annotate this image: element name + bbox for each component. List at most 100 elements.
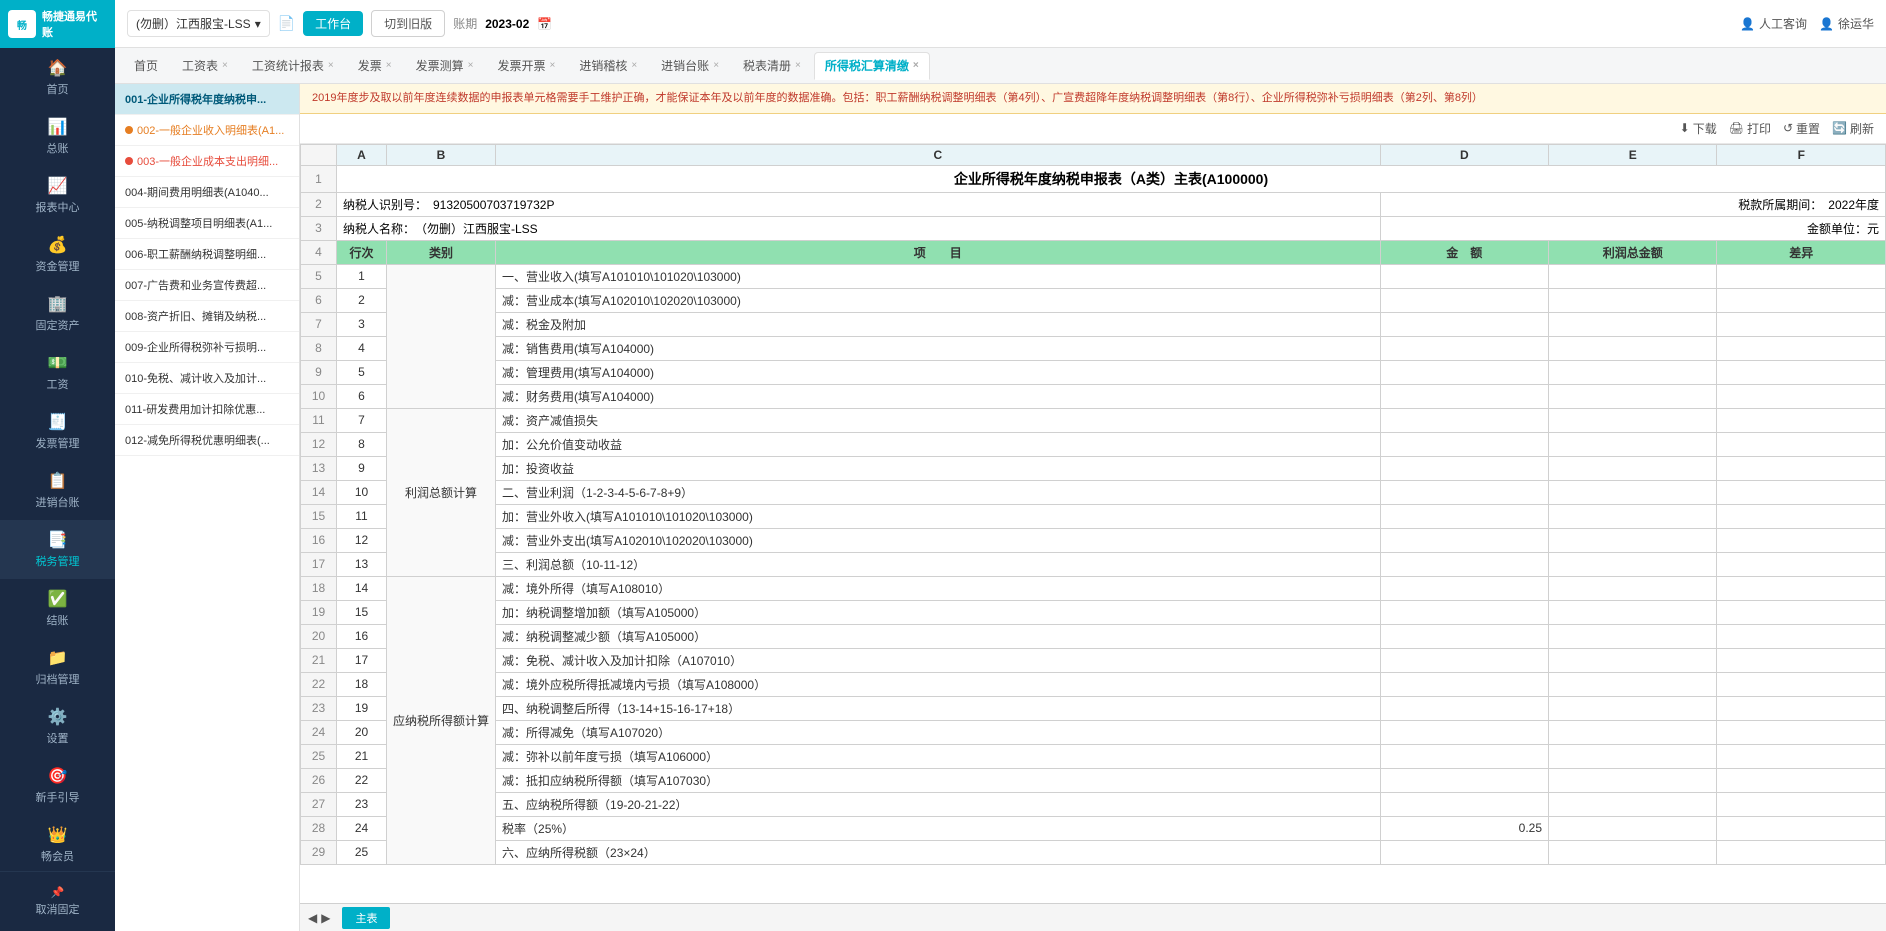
chay-24[interactable]: [1717, 720, 1886, 744]
quane-6[interactable]: [1380, 288, 1548, 312]
quane-21[interactable]: [1380, 648, 1548, 672]
tab-close-invoice_open[interactable]: ×: [549, 60, 555, 71]
quane-16[interactable]: [1380, 528, 1548, 552]
tab-stock_ledger[interactable]: 进销台账×: [650, 52, 730, 80]
tab-close-invoice_mgr[interactable]: ×: [386, 60, 392, 71]
xiangmu-14[interactable]: 二、营业利润（1-2-3-4-5-6-7-8+9）: [496, 480, 1381, 504]
lrze-17[interactable]: [1549, 552, 1717, 576]
quane-17[interactable]: [1380, 552, 1548, 576]
chay-23[interactable]: [1717, 696, 1886, 720]
quane-29[interactable]: [1380, 840, 1548, 864]
tab-salary_stats[interactable]: 工资统计报表×: [241, 52, 345, 80]
lrze-11[interactable]: [1549, 408, 1717, 432]
xiangmu-26[interactable]: 减：抵扣应纳税所得额（填写A107030）: [496, 768, 1381, 792]
tab-close-stock_check[interactable]: ×: [631, 60, 637, 71]
quane-15[interactable]: [1380, 504, 1548, 528]
chay-21[interactable]: [1717, 648, 1886, 672]
xiangmu-9[interactable]: 减：管理费用(填写A104000): [496, 360, 1381, 384]
xiangmu-12[interactable]: 加：公允价值变动收益: [496, 432, 1381, 456]
sidebar-item-report[interactable]: 📈报表中心: [0, 166, 115, 225]
report-item-004[interactable]: 004-期间费用明细表(A1040...: [115, 177, 299, 208]
quane-26[interactable]: [1380, 768, 1548, 792]
chay-12[interactable]: [1717, 432, 1886, 456]
xiangmu-6[interactable]: 减：营业成本(填写A102010\102020\103000): [496, 288, 1381, 312]
xiangmu-13[interactable]: 加：投资收益: [496, 456, 1381, 480]
print-button[interactable]: 🖨 打印: [1729, 120, 1771, 137]
tab-salary_table[interactable]: 工资表×: [171, 52, 239, 80]
lrze-13[interactable]: [1549, 456, 1717, 480]
xiangmu-22[interactable]: 减：境外应税所得抵减境内亏损（填写A108000）: [496, 672, 1381, 696]
chay-10[interactable]: [1717, 384, 1886, 408]
quane-23[interactable]: [1380, 696, 1548, 720]
xiangmu-10[interactable]: 减：财务费用(填写A104000): [496, 384, 1381, 408]
tab-close-salary_table[interactable]: ×: [222, 60, 228, 71]
quane-25[interactable]: [1380, 744, 1548, 768]
report-item-010[interactable]: 010-免税、减计收入及加计...: [115, 363, 299, 394]
sidebar-item-salary[interactable]: 💵工资: [0, 343, 115, 402]
lrze-7[interactable]: [1549, 312, 1717, 336]
chay-8[interactable]: [1717, 336, 1886, 360]
lrze-28[interactable]: [1549, 816, 1717, 840]
tab-stock_check[interactable]: 进销稽核×: [568, 52, 648, 80]
chay-22[interactable]: [1717, 672, 1886, 696]
tab-home[interactable]: 首页: [123, 52, 169, 80]
chay-16[interactable]: [1717, 528, 1886, 552]
sheet-next-icon[interactable]: ▶: [321, 911, 330, 925]
workspace-button[interactable]: 工作台: [303, 11, 363, 36]
chay-9[interactable]: [1717, 360, 1886, 384]
lrze-12[interactable]: [1549, 432, 1717, 456]
report-item-002[interactable]: 002-一般企业收入明细表(A1...: [115, 115, 299, 146]
sidebar-item-assets[interactable]: 🏢固定资产: [0, 284, 115, 343]
lrze-26[interactable]: [1549, 768, 1717, 792]
chay-11[interactable]: [1717, 408, 1886, 432]
report-item-007[interactable]: 007-广告费和业务宣传费超...: [115, 270, 299, 301]
lrze-29[interactable]: [1549, 840, 1717, 864]
xiangmu-5[interactable]: 一、营业收入(填写A101010\101020\103000): [496, 264, 1381, 288]
download-button[interactable]: ⬇ 下载: [1680, 120, 1717, 137]
lrze-10[interactable]: [1549, 384, 1717, 408]
report-item-003[interactable]: 003-一般企业成本支出明细...: [115, 146, 299, 177]
xiangmu-18[interactable]: 减：境外所得（填写A108010）: [496, 576, 1381, 600]
report-item-009[interactable]: 009-企业所得税弥补亏损明...: [115, 332, 299, 363]
chay-7[interactable]: [1717, 312, 1886, 336]
xiangmu-20[interactable]: 减：纳税调整减少额（填写A105000）: [496, 624, 1381, 648]
tab-close-salary_stats[interactable]: ×: [328, 60, 334, 71]
lrze-27[interactable]: [1549, 792, 1717, 816]
lrze-15[interactable]: [1549, 504, 1717, 528]
tab-close-income_tax[interactable]: ×: [913, 60, 919, 71]
quane-18[interactable]: [1380, 576, 1548, 600]
chay-29[interactable]: [1717, 840, 1886, 864]
lrze-25[interactable]: [1549, 744, 1717, 768]
sidebar-item-tax[interactable]: 📑税务管理: [0, 520, 115, 579]
quane-20[interactable]: [1380, 624, 1548, 648]
chay-13[interactable]: [1717, 456, 1886, 480]
xiangmu-7[interactable]: 减：税金及附加: [496, 312, 1381, 336]
quane-12[interactable]: [1380, 432, 1548, 456]
report-item-012[interactable]: 012-减免所得税优惠明细表(...: [115, 425, 299, 456]
quane-14[interactable]: [1380, 480, 1548, 504]
chay-19[interactable]: [1717, 600, 1886, 624]
lrze-8[interactable]: [1549, 336, 1717, 360]
report-item-005[interactable]: 005-纳税调整项目明细表(A1...: [115, 208, 299, 239]
sidebar-item-home[interactable]: 🏠首页: [0, 48, 115, 107]
xiangmu-8[interactable]: 减：销售费用(填写A104000): [496, 336, 1381, 360]
lrze-6[interactable]: [1549, 288, 1717, 312]
report-item-011[interactable]: 011-研发费用加计扣除优惠...: [115, 394, 299, 425]
chay-20[interactable]: [1717, 624, 1886, 648]
quane-28[interactable]: 0.25: [1380, 816, 1548, 840]
tab-tax_clearance[interactable]: 税表清册×: [732, 52, 812, 80]
sheet-prev-icon[interactable]: ◀: [308, 911, 317, 925]
chay-15[interactable]: [1717, 504, 1886, 528]
xiangmu-24[interactable]: 减：所得减免（填写A107020）: [496, 720, 1381, 744]
lrze-16[interactable]: [1549, 528, 1717, 552]
chay-18[interactable]: [1717, 576, 1886, 600]
quane-8[interactable]: [1380, 336, 1548, 360]
quane-11[interactable]: [1380, 408, 1548, 432]
tab-close-invoice_calc[interactable]: ×: [468, 60, 474, 71]
lrze-19[interactable]: [1549, 600, 1717, 624]
report-item-006[interactable]: 006-职工薪酬纳税调整明细...: [115, 239, 299, 270]
sidebar-item-funds[interactable]: 💰资金管理: [0, 225, 115, 284]
lrze-21[interactable]: [1549, 648, 1717, 672]
sidebar-unpin[interactable]: 📌 取消固定: [32, 882, 84, 921]
chay-25[interactable]: [1717, 744, 1886, 768]
